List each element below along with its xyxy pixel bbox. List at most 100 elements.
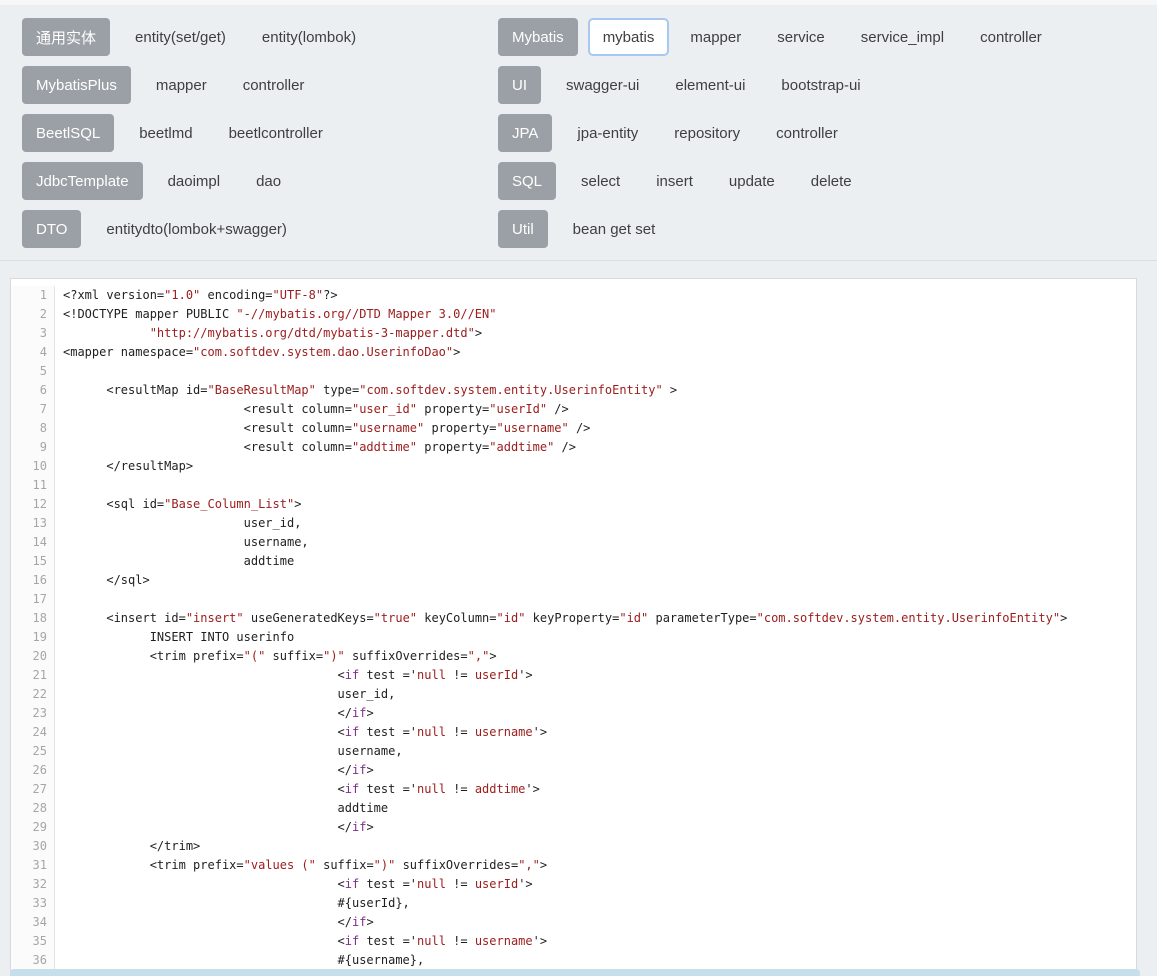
option-bootstrap-ui[interactable]: bootstrap-ui (766, 66, 875, 104)
group-label-chip: JPA (498, 114, 552, 152)
line-number: 31 (11, 856, 55, 875)
code-line: 33 #{userId}, (11, 894, 1136, 913)
option-swagger-ui[interactable]: swagger-ui (551, 66, 654, 104)
option-entity-set-get[interactable]: entity(set/get) (120, 18, 241, 56)
code-text: #{userId}, (55, 894, 410, 913)
option-service[interactable]: service (762, 18, 840, 56)
code-lines: 1<?xml version="1.0" encoding="UTF-8"?>2… (11, 286, 1136, 970)
code-line: 15 addtime (11, 552, 1136, 571)
option-beetlmd[interactable]: beetlmd (124, 114, 207, 152)
line-number: 12 (11, 495, 55, 514)
code-text: <result column="user_id" property="userI… (55, 400, 569, 419)
line-number: 20 (11, 647, 55, 666)
code-line: 4<mapper namespace="com.softdev.system.d… (11, 343, 1136, 362)
option-beetlcontroller[interactable]: beetlcontroller (214, 114, 338, 152)
code-line: 19 INSERT INTO userinfo (11, 628, 1136, 647)
code-line: 26 </if> (11, 761, 1136, 780)
line-number: 23 (11, 704, 55, 723)
line-number: 19 (11, 628, 55, 647)
code-line: 5 (11, 362, 1136, 381)
line-number: 30 (11, 837, 55, 856)
code-line: 18 <insert id="insert" useGeneratedKeys=… (11, 609, 1136, 628)
option-jpa-entity[interactable]: jpa-entity (562, 114, 653, 152)
code-line: 10 </resultMap> (11, 457, 1136, 476)
code-line: 9 <result column="addtime" property="add… (11, 438, 1136, 457)
toolbox: 通用实体 entity(set/get)entity(lombok) Mybatis… (0, 5, 1157, 261)
line-number: 13 (11, 514, 55, 533)
option-controller[interactable]: controller (761, 114, 853, 152)
group-label-chip: 通用实体 (22, 18, 110, 56)
option-mapper[interactable]: mapper (141, 66, 222, 104)
code-line: 30 </trim> (11, 837, 1136, 856)
code-line: 24 <if test ='null != username'> (11, 723, 1136, 742)
option-delete[interactable]: delete (796, 162, 867, 200)
code-line: 36 #{username}, (11, 951, 1136, 970)
option-insert[interactable]: insert (641, 162, 708, 200)
code-text: </resultMap> (55, 457, 193, 476)
option-bean-get-set[interactable]: bean get set (558, 210, 671, 248)
toolbox-group-jpa: JPA jpa-entityrepositorycontroller (498, 114, 1139, 152)
code-text: <insert id="insert" useGeneratedKeys="tr… (55, 609, 1067, 628)
code-text: INSERT INTO userinfo (55, 628, 294, 647)
code-line: 29 </if> (11, 818, 1136, 837)
group-label-chip: DTO (22, 210, 81, 248)
code-text: </if> (55, 761, 374, 780)
option-daoimpl[interactable]: daoimpl (153, 162, 236, 200)
code-line: 31 <trim prefix="values (" suffix=")" su… (11, 856, 1136, 875)
code-line: 21 <if test ='null != userId'> (11, 666, 1136, 685)
code-text: <!DOCTYPE mapper PUBLIC "-//mybatis.org/… (55, 305, 496, 324)
code-line: 12 <sql id="Base_Column_List"> (11, 495, 1136, 514)
code-line: 17 (11, 590, 1136, 609)
toolbox-group-mybatisplus: MybatisPlusmappercontroller (22, 66, 498, 104)
line-number: 7 (11, 400, 55, 419)
toolbox-group-util: Utilbean get set (498, 210, 1139, 248)
line-number: 2 (11, 305, 55, 324)
option-entity-lombok[interactable]: entity(lombok) (247, 18, 371, 56)
line-number: 15 (11, 552, 55, 571)
code-line: 16 </sql> (11, 571, 1136, 590)
code-text: username, (55, 742, 403, 761)
option-controller[interactable]: controller (228, 66, 320, 104)
code-text: username, (55, 533, 309, 552)
option-repository[interactable]: repository (659, 114, 755, 152)
code-text: addtime (55, 799, 388, 818)
code-line: 3 "http://mybatis.org/dtd/mybatis-3-mapp… (11, 324, 1136, 343)
code-line: 35 <if test ='null != username'> (11, 932, 1136, 951)
code-line: 7 <result column="user_id" property="use… (11, 400, 1136, 419)
option-entitydto-lombok-swagger[interactable]: entitydto(lombok+swagger) (91, 210, 302, 248)
toolbox-group-jdbctemplate: JdbcTemplate daoimpldao (22, 162, 498, 200)
code-text: #{username}, (55, 951, 424, 970)
group-label-chip: UI (498, 66, 541, 104)
code-text: <mapper namespace="com.softdev.system.da… (55, 343, 460, 362)
code-line: 20 <trim prefix="(" suffix=")" suffixOve… (11, 647, 1136, 666)
line-number: 36 (11, 951, 55, 970)
group-label-chip: JdbcTemplate (22, 162, 143, 200)
code-line: 13 user_id, (11, 514, 1136, 533)
code-text: <result column="username" property="user… (55, 419, 590, 438)
line-number: 26 (11, 761, 55, 780)
group-label-chip: SQL (498, 162, 556, 200)
toolbox-group-dto: DTO entitydto(lombok+swagger) (22, 210, 498, 248)
code-text: <sql id="Base_Column_List"> (55, 495, 301, 514)
code-line: 22 user_id, (11, 685, 1136, 704)
option-service-impl[interactable]: service_impl (846, 18, 959, 56)
line-number: 5 (11, 362, 55, 381)
group-label-chip: Mybatis (498, 18, 578, 56)
toolbox-group-ui: UI swagger-uielement-uibootstrap-ui (498, 66, 1139, 104)
option-update[interactable]: update (714, 162, 790, 200)
line-number: 16 (11, 571, 55, 590)
option-mybatis[interactable]: mybatis (588, 18, 670, 56)
code-line: 1<?xml version="1.0" encoding="UTF-8"?> (11, 286, 1136, 305)
option-dao[interactable]: dao (241, 162, 296, 200)
option-element-ui[interactable]: element-ui (660, 66, 760, 104)
option-mapper[interactable]: mapper (675, 18, 756, 56)
line-number: 27 (11, 780, 55, 799)
option-select[interactable]: select (566, 162, 635, 200)
code-line: 2<!DOCTYPE mapper PUBLIC "-//mybatis.org… (11, 305, 1136, 324)
option-controller[interactable]: controller (965, 18, 1057, 56)
code-text: <if test ='null != username'> (55, 932, 547, 951)
code-line: 25 username, (11, 742, 1136, 761)
code-text: </trim> (55, 837, 200, 856)
horizontal-scrollbar[interactable] (10, 969, 1140, 976)
code-editor[interactable]: 1<?xml version="1.0" encoding="UTF-8"?>2… (10, 278, 1137, 976)
